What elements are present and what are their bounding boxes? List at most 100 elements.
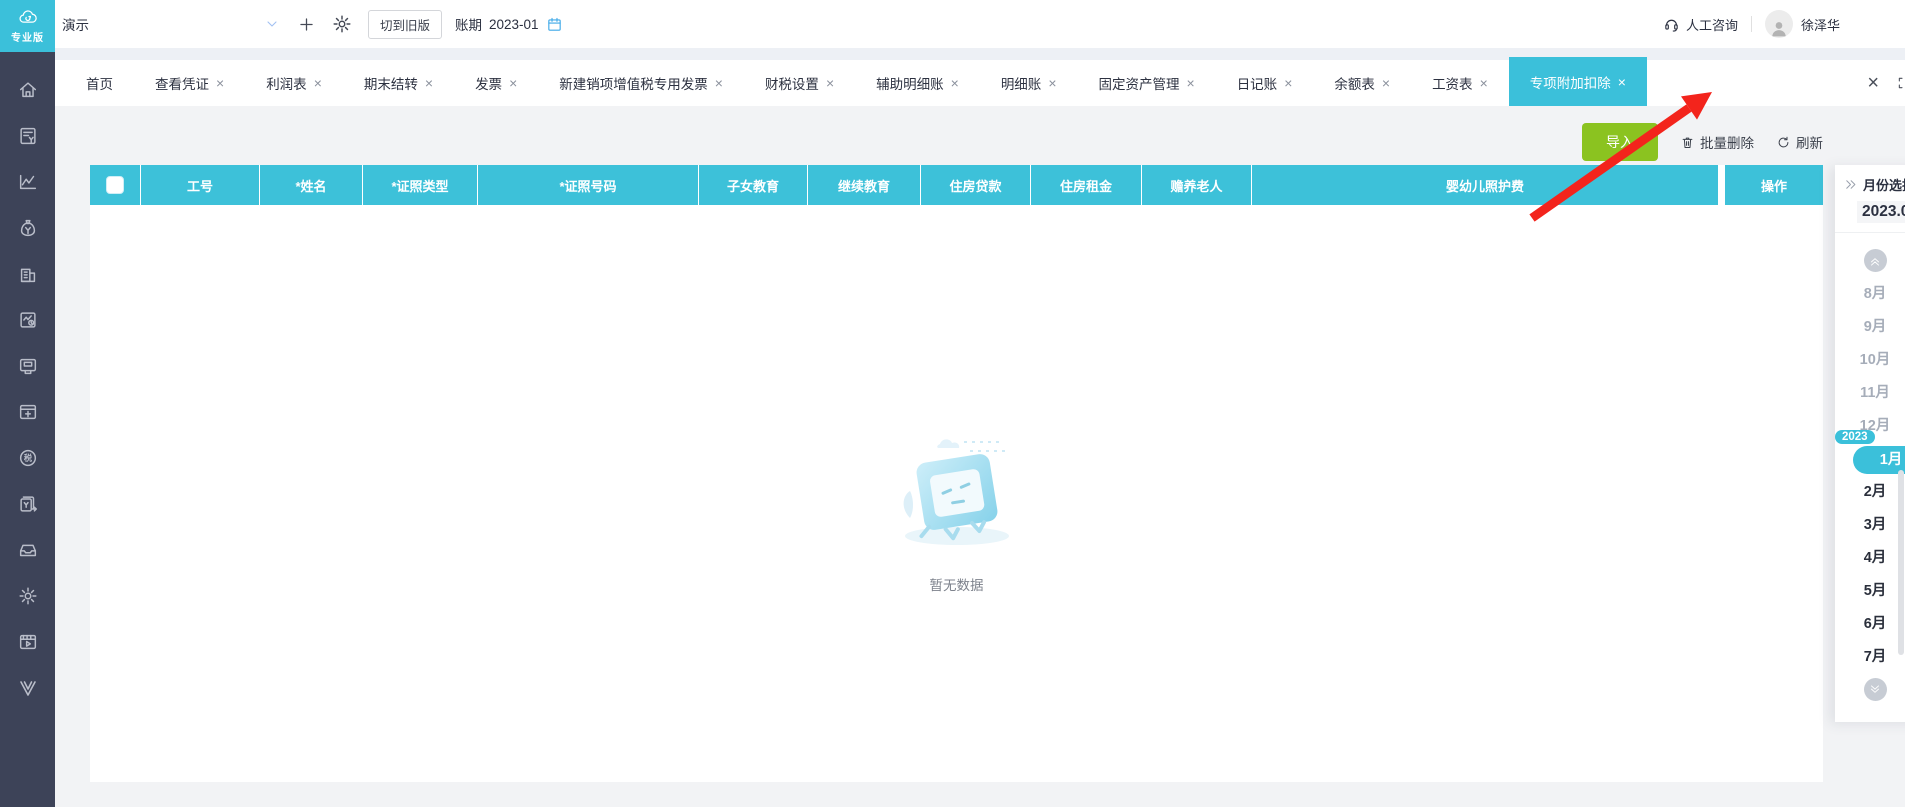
voucher-printer-icon xyxy=(17,355,39,382)
headset-icon xyxy=(1663,16,1680,33)
switch-old-version-button[interactable]: 切到旧版 xyxy=(368,9,443,39)
collapse-panel-icon[interactable] xyxy=(1843,177,1858,192)
tab-close-icon[interactable]: × xyxy=(509,76,517,90)
empty-text: 暂无数据 xyxy=(929,578,984,593)
tab[interactable]: 日记账 × xyxy=(1216,60,1314,106)
fullscreen-icon[interactable] xyxy=(1896,75,1905,91)
month-item[interactable]: 9月 xyxy=(1849,311,1901,344)
column-header: 住房贷款 xyxy=(921,165,1030,205)
tab[interactable]: 期末结转 × xyxy=(343,60,454,106)
month-item[interactable]: 4月 xyxy=(1849,542,1901,575)
month-item[interactable]: 6月 xyxy=(1849,608,1901,641)
company-selector[interactable]: 演示 xyxy=(62,14,280,34)
table-header: 工号 *姓名 *证照类型 *证照号码 子女教育 继续教育 住房贷款 住房租金 赡养老人 婴幼儿照护… xyxy=(90,165,1823,205)
sidebar-item-money-bag[interactable] xyxy=(0,207,55,253)
app-logo[interactable]: 专业版 xyxy=(0,0,55,52)
month-item[interactable]: 8月 xyxy=(1849,278,1901,311)
year-badge: 2023 xyxy=(1835,430,1875,444)
topbar: 演示 切到旧版 账期 2023-01 人工咨询 徐泽华 xyxy=(55,0,1905,48)
company-name: 演示 xyxy=(62,18,89,33)
month-item[interactable]: 10月 xyxy=(1849,344,1901,377)
divider xyxy=(1750,16,1752,32)
month-item[interactable]: 5月 xyxy=(1849,575,1901,608)
tab-close-icon[interactable]: × xyxy=(951,76,959,90)
scroll-up-button[interactable] xyxy=(1849,249,1901,272)
sidebar-item-tax[interactable]: 税 xyxy=(0,437,55,483)
inbox-tray-icon xyxy=(17,539,39,566)
sidebar-item-gear[interactable] xyxy=(0,575,55,621)
plus-icon[interactable] xyxy=(297,15,316,34)
username: 徐泽华 xyxy=(1800,17,1840,33)
tab-bar: 首页 查看凭证 × 利润表 × 期末结转 × 发票 × 新建销项增值税专用发票 … xyxy=(55,48,1905,106)
tab[interactable]: 财税设置 × xyxy=(744,60,855,106)
tab-close-icon[interactable]: × xyxy=(1048,76,1056,90)
gear-icon[interactable] xyxy=(331,13,353,35)
tab[interactable]: 辅助明细账 × xyxy=(855,60,980,106)
tab[interactable]: 专项附加扣除 × xyxy=(1508,57,1647,106)
tab-close-icon[interactable]: × xyxy=(1480,76,1488,90)
sidebar-item-building[interactable] xyxy=(0,253,55,299)
home-icon xyxy=(17,79,39,106)
month-item-selected[interactable]: 1月 xyxy=(1853,445,1905,474)
tab-close-icon[interactable]: × xyxy=(314,76,322,90)
tab-close-icon[interactable]: × xyxy=(216,76,224,90)
close-all-tabs-icon[interactable]: × xyxy=(1867,73,1879,93)
svg-text:税: 税 xyxy=(23,453,32,463)
tab-controls: × xyxy=(1853,60,1905,106)
tab-close-icon[interactable]: × xyxy=(1187,76,1195,90)
period-value[interactable]: 2023-01 xyxy=(489,17,539,32)
tab[interactable]: 工资表 × xyxy=(1411,60,1509,106)
column-header: *姓名 xyxy=(260,165,362,205)
month-item[interactable]: 2月 xyxy=(1849,476,1901,509)
tax-icon: 税 xyxy=(17,447,39,474)
v-logo-icon xyxy=(16,676,40,705)
action-column-header: 操作 xyxy=(1725,165,1823,205)
select-all-checkbox[interactable] xyxy=(106,176,124,194)
tab[interactable]: 利润表 × xyxy=(245,60,343,106)
calendar-icon[interactable] xyxy=(546,16,563,33)
column-header: 子女教育 xyxy=(699,165,807,205)
tab-close-icon[interactable]: × xyxy=(1284,76,1292,90)
sidebar-item-home[interactable] xyxy=(0,69,55,115)
column-header: *证照号码 xyxy=(478,165,698,205)
cloud-logo-icon xyxy=(18,10,37,23)
tab[interactable]: 明细账 × xyxy=(980,60,1078,106)
tab-close-icon[interactable]: × xyxy=(715,76,723,90)
scrollbar-thumb[interactable] xyxy=(1898,470,1904,655)
scroll-down-button[interactable] xyxy=(1849,678,1901,701)
tab[interactable]: 固定资产管理 × xyxy=(1078,60,1216,106)
line-chart-icon xyxy=(17,171,39,198)
month-item[interactable]: 11月 xyxy=(1849,377,1901,410)
import-button[interactable]: 导入 xyxy=(1582,123,1658,161)
sidebar-item-v-logo[interactable] xyxy=(0,667,55,713)
support-button[interactable]: 人工咨询 xyxy=(1663,15,1738,34)
tab-close-icon[interactable]: × xyxy=(1618,75,1626,89)
sidebar-item-salary-window[interactable] xyxy=(0,391,55,437)
tab[interactable]: 新建销项增值税专用发票 × xyxy=(538,60,744,106)
table-body: 暂无数据 xyxy=(90,205,1823,782)
sidebar-item-line-chart[interactable] xyxy=(0,161,55,207)
sidebar-item-inbox-tray[interactable] xyxy=(0,529,55,575)
month-item[interactable]: 7月 xyxy=(1849,641,1901,674)
batch-delete-button[interactable]: 批量删除 xyxy=(1680,132,1754,152)
user-menu[interactable]: 徐泽华 xyxy=(1764,10,1840,38)
tab[interactable]: 查看凭证 × xyxy=(134,60,245,106)
tab[interactable]: 余额表 × xyxy=(1313,60,1411,106)
gear-icon xyxy=(17,585,39,612)
tab-close-icon[interactable]: × xyxy=(826,76,834,90)
tab-close-icon[interactable]: × xyxy=(1382,76,1390,90)
sidebar-item-video-player[interactable] xyxy=(0,621,55,667)
sidebar-item-voucher-printer[interactable] xyxy=(0,345,55,391)
month-item[interactable]: 3月 xyxy=(1849,509,1901,542)
trash-icon xyxy=(1680,135,1695,150)
tab[interactable]: 发票 × xyxy=(454,60,538,106)
refresh-button[interactable]: 刷新 xyxy=(1776,132,1823,152)
sidebar-item-report-check[interactable] xyxy=(0,299,55,345)
report-check-icon xyxy=(17,309,39,336)
tab[interactable]: 首页 xyxy=(65,60,134,106)
sidebar-item-carryover-book[interactable] xyxy=(0,483,55,529)
main-content: 导入 批量删除 刷新 工号 *姓名 *证照类型 *证照号码 子女教育 继续教育 住房贷款 住房… xyxy=(55,106,1905,807)
sidebar-item-invoice-calc[interactable] xyxy=(0,115,55,161)
column-header: 继续教育 xyxy=(808,165,920,205)
tab-close-icon[interactable]: × xyxy=(425,76,433,90)
